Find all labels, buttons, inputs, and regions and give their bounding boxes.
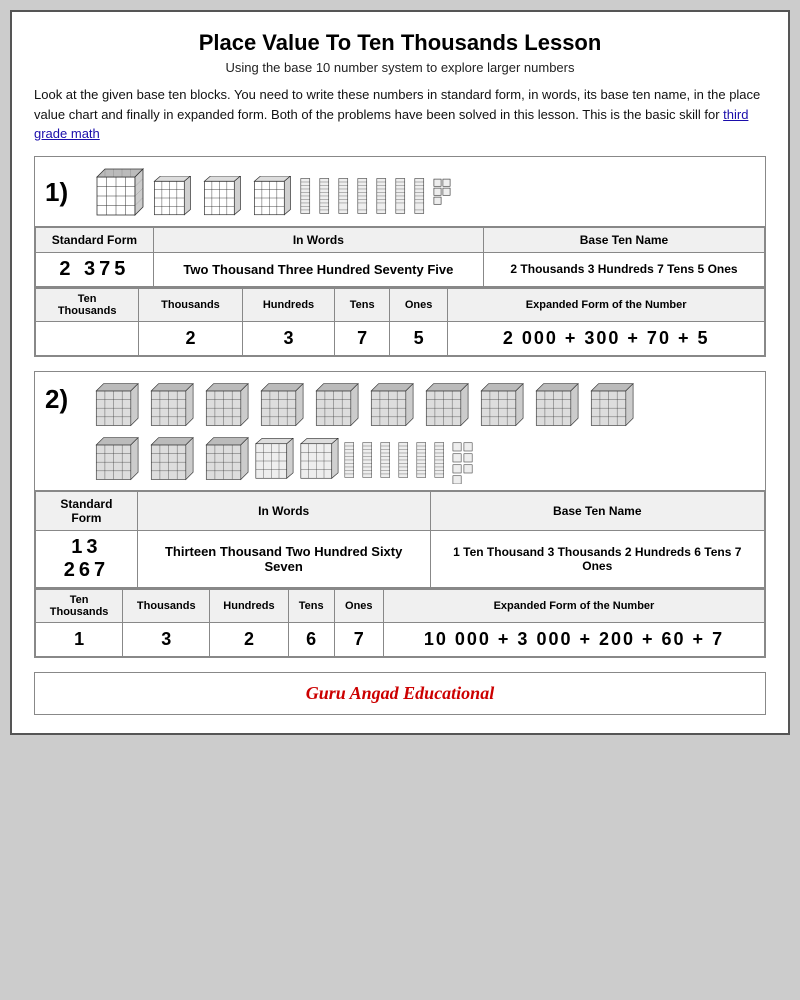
p2-th-9: [529, 380, 579, 430]
p2-t-4: [398, 440, 411, 484]
problem-1-number: 1): [45, 177, 75, 208]
th-expanded-2: Expanded Form of the Number: [383, 589, 764, 622]
digit-hundreds-2: 2: [244, 629, 254, 649]
problem-2-info-table-wrapper: Standard Form In Words Base Ten Name 13 …: [35, 491, 765, 588]
th-ones-2: Ones: [334, 589, 383, 622]
problem-2-blocks: [89, 380, 755, 484]
p2-th-1: [89, 380, 139, 430]
footer: Guru Angad Educational: [34, 672, 766, 715]
problem-2-section: 2): [34, 371, 766, 658]
base-ten-value-1: 2 Thousands 3 Hundreds 7 Tens 5 Ones: [510, 262, 737, 276]
block-thousands-1: [89, 165, 144, 220]
page-title: Place Value To Ten Thousands Lesson: [34, 30, 766, 56]
th-ones-1: Ones: [389, 288, 447, 321]
block-tens-6: [395, 176, 408, 220]
block-hundreds-1: [150, 176, 194, 220]
block-tens-2: [319, 176, 332, 220]
problem-1-blocks: [89, 165, 451, 220]
problem-1-section: 1): [34, 156, 766, 357]
page-subtitle: Using the base 10 number system to explo…: [34, 60, 766, 75]
problem-1-place-table: TenThousands Thousands Hundreds Tens One…: [35, 288, 765, 356]
p2-t-2: [362, 440, 375, 484]
base-ten-value-2: 1 Ten Thousand 3 Thousands 2 Hundreds 6 …: [453, 545, 741, 573]
problem-2-header: 2): [35, 372, 765, 491]
problem-2-place-table: TenThousands Thousands Hundreds Tens One…: [35, 589, 765, 657]
p2-th-2: [144, 380, 194, 430]
th-tens-2: Tens: [288, 589, 334, 622]
p2-th-7: [419, 380, 469, 430]
in-words-value-1: Two Thousand Three Hundred Seventy Five: [183, 262, 453, 277]
p2-t-1: [344, 440, 357, 484]
problem-2-info-table: Standard Form In Words Base Ten Name 13 …: [35, 491, 765, 588]
p2-th-6: [364, 380, 414, 430]
standard-form-value-2: 13 267: [64, 536, 109, 581]
p2-ones-group: [452, 440, 474, 484]
page-container: Place Value To Ten Thousands Lesson Usin…: [10, 10, 790, 735]
th-ten-thousands-2: TenThousands: [36, 589, 123, 622]
block-hundreds-2: [200, 176, 244, 220]
problem-1-info-table: Standard Form In Words Base Ten Name 2 3…: [35, 227, 765, 287]
problem-1-info-table-wrapper: Standard Form In Words Base Ten Name 2 3…: [35, 227, 765, 287]
th-hundreds-2: Hundreds: [210, 589, 288, 622]
p2-t-5: [416, 440, 429, 484]
p2-th-11: [89, 434, 139, 484]
expanded-form-value-1: 2 000 + 300 + 70 + 5: [503, 328, 710, 348]
digit-ones-2: 7: [354, 629, 364, 649]
problem-2-number: 2): [45, 384, 75, 415]
th-thousands-2: Thousands: [123, 589, 210, 622]
p2-th-13: [199, 434, 249, 484]
block-hundreds-3: [250, 176, 294, 220]
p2-t-6: [434, 440, 447, 484]
p2-th-10: [584, 380, 634, 430]
digit-thousands-2: 3: [161, 629, 171, 649]
p2-th-5: [309, 380, 359, 430]
digit-ten-thousands-2: 1: [74, 629, 84, 649]
expanded-form-value-2: 10 000 + 3 000 + 200 + 60 + 7: [424, 629, 724, 649]
p2-th-4: [254, 380, 304, 430]
p2-th-12: [144, 434, 194, 484]
digit-hundreds-1: 3: [283, 328, 293, 348]
p2-h-2: [299, 438, 339, 484]
block-tens-5: [376, 176, 389, 220]
standard-form-header-2: Standard Form: [36, 491, 138, 530]
digit-tens-1: 7: [357, 328, 367, 348]
p2-th-3: [199, 380, 249, 430]
standard-form-header: Standard Form: [36, 227, 154, 252]
in-words-value-2: Thirteen Thousand Two Hundred Sixty Seve…: [165, 544, 402, 574]
problem-1-place-table-wrapper: TenThousands Thousands Hundreds Tens One…: [35, 287, 765, 356]
block-ones-group: [433, 176, 451, 220]
base-ten-name-header: Base Ten Name: [483, 227, 764, 252]
standard-form-value-1: 2 375: [59, 258, 129, 280]
block-tens-3: [338, 176, 351, 220]
footer-text: Guru Angad Educational: [306, 683, 494, 703]
p2-h-1: [254, 438, 294, 484]
block-tens-1: [300, 176, 313, 220]
in-words-header: In Words: [153, 227, 483, 252]
base-ten-name-header-2: Base Ten Name: [430, 491, 764, 530]
intro-text: Look at the given base ten blocks. You n…: [34, 85, 766, 144]
th-expanded-1: Expanded Form of the Number: [448, 288, 765, 321]
th-tens-1: Tens: [335, 288, 390, 321]
p2-th-8: [474, 380, 524, 430]
digit-ones-1: 5: [414, 328, 424, 348]
in-words-header-2: In Words: [137, 491, 430, 530]
problem-2-place-table-wrapper: TenThousands Thousands Hundreds Tens One…: [35, 588, 765, 657]
digit-thousands-1: 2: [185, 328, 195, 348]
block-tens-7: [414, 176, 427, 220]
th-thousands-1: Thousands: [139, 288, 242, 321]
problem-1-header: 1): [35, 157, 765, 227]
th-hundreds-1: Hundreds: [242, 288, 335, 321]
th-ten-thousands-1: TenThousands: [36, 288, 139, 321]
block-tens-4: [357, 176, 370, 220]
p2-t-3: [380, 440, 393, 484]
digit-tens-2: 6: [306, 629, 316, 649]
